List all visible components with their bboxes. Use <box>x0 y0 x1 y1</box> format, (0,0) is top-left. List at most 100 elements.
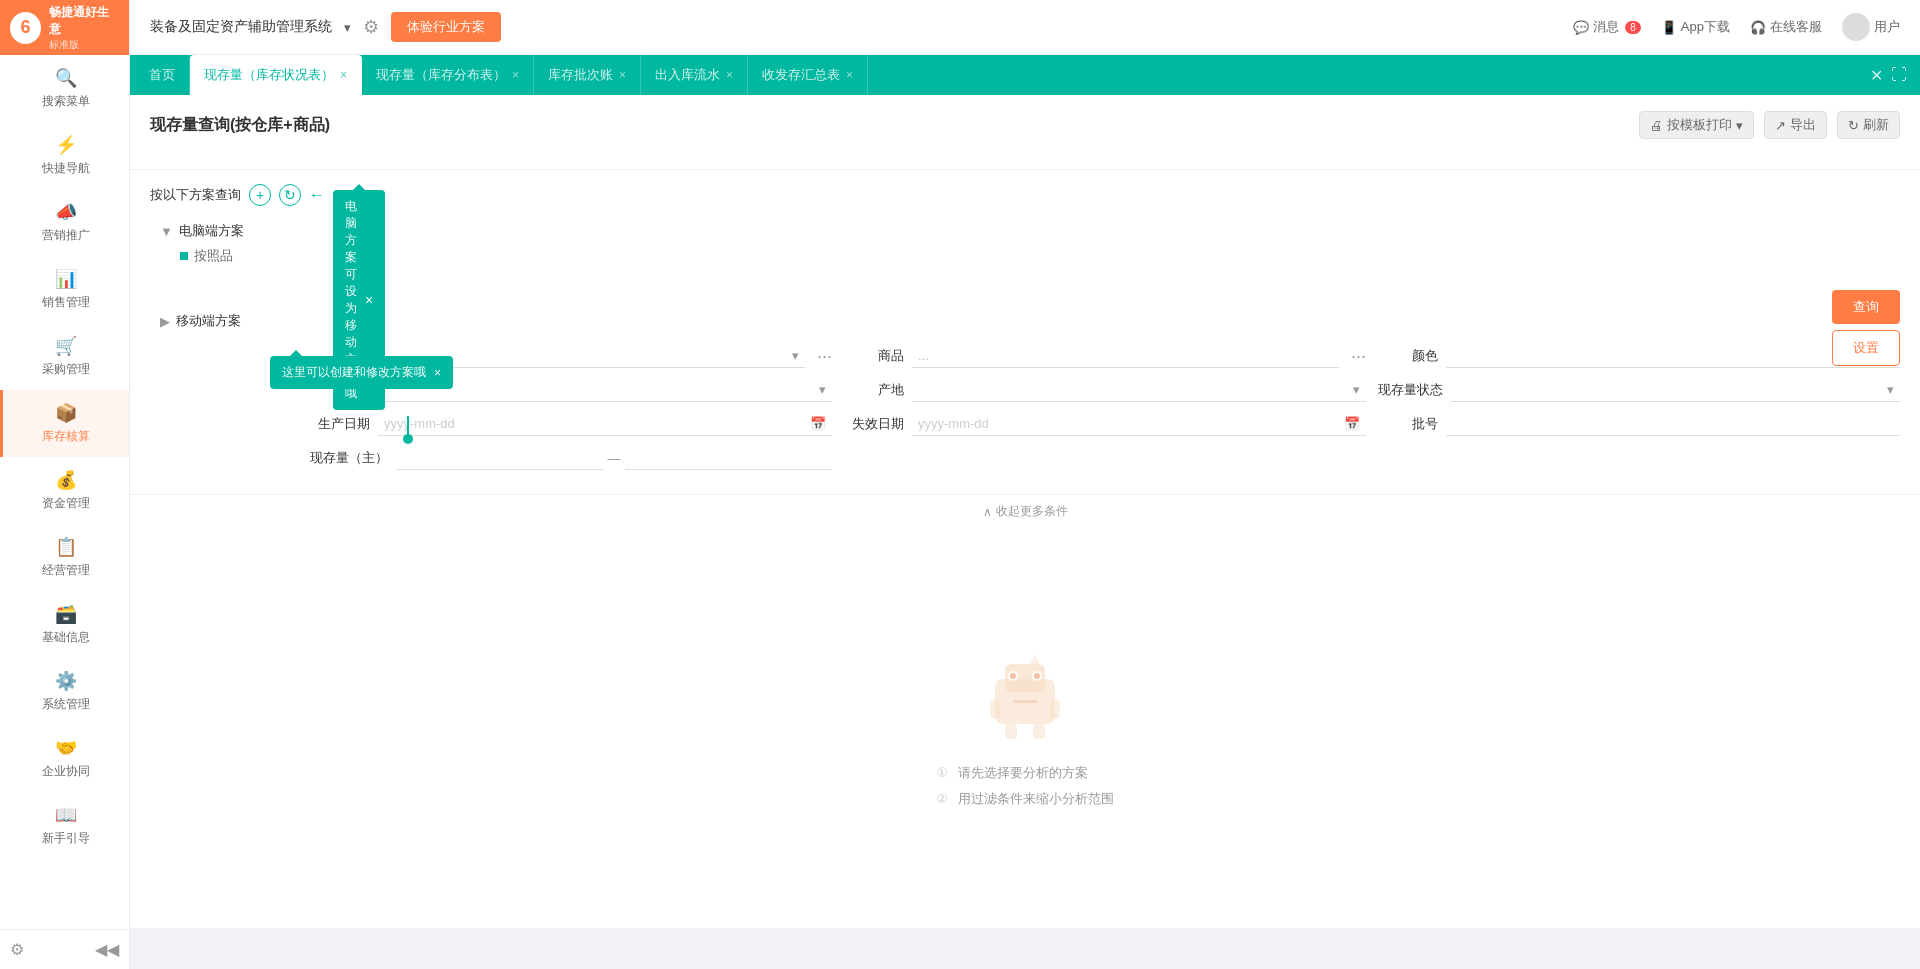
empty-tips: ① 请先选择要分析的方案 ② 用过滤条件来缩小分析范围 <box>936 760 1114 812</box>
main-content: 装备及固定资产辅助管理系统 ▾ ⚙ 体验行业方案 💬 消息 8 📱 App下载 … <box>130 0 1920 969</box>
refresh-icon: ↻ <box>1848 118 1859 133</box>
page-title: 现存量查询(按仓库+商品) <box>150 115 330 136</box>
filter-label: 按以下方案查询 <box>150 186 241 204</box>
produce-date-input[interactable]: yyyy-mm-dd 📅 <box>378 412 832 436</box>
svg-rect-10 <box>1033 724 1045 739</box>
user-action[interactable]: 用户 <box>1842 13 1900 41</box>
trial-button[interactable]: 体验行业方案 <box>391 12 501 42</box>
expire-date-field: 失效日期 yyyy-mm-dd 📅 <box>844 412 1366 436</box>
tab-inventory-dist[interactable]: 现存量（库存分布表） × <box>362 55 534 95</box>
sidebar-item-system[interactable]: ⚙️ 系统管理 <box>0 658 129 725</box>
batch-no-input[interactable] <box>1446 412 1900 436</box>
expire-date-input[interactable]: yyyy-mm-dd 📅 <box>912 412 1366 436</box>
print-button[interactable]: 🖨 按模板打印 ▾ <box>1639 111 1754 139</box>
sidebar-item-quicknav[interactable]: ⚡ 快捷导航 <box>0 122 129 189</box>
fullscreen-btn[interactable]: ⛶ <box>1891 66 1907 85</box>
tab-close-icon[interactable]: × <box>846 68 853 82</box>
scheme-mobile[interactable]: ▶ 移动端方案 <box>160 308 1900 334</box>
svg-rect-8 <box>1050 699 1060 719</box>
calendar-icon: 📅 <box>810 416 826 431</box>
printer-icon: 🖨 <box>1650 118 1663 133</box>
stock-qty-min-input[interactable] <box>396 446 604 470</box>
sidebar-item-purchase[interactable]: 🛒 采购管理 <box>0 323 129 390</box>
goods-more-btn[interactable]: ··· <box>1351 346 1366 367</box>
close-all-tabs-btn[interactable]: ✕ <box>1870 66 1883 85</box>
range-dash: — <box>608 451 621 466</box>
sidebar-item-operations[interactable]: 📋 经营管理 <box>0 524 129 591</box>
tab-recv-summary[interactable]: 收发存汇总表 × <box>748 55 868 95</box>
tab-inventory-status[interactable]: 现存量（库存状况表） × <box>190 55 362 95</box>
sidebar-item-guide[interactable]: 📖 新手引导 <box>0 792 129 859</box>
tab-close-icon[interactable]: × <box>619 68 626 82</box>
stock-status-select[interactable]: ▾ <box>1451 378 1900 402</box>
filter-row-3: 生产日期 yyyy-mm-dd 📅 失效日期 yyyy-mm-dd 📅 <box>310 412 1900 436</box>
megaphone-icon: 📣 <box>55 201 77 223</box>
header-settings-btn[interactable]: ⚙ <box>363 16 379 38</box>
message-icon: 💬 <box>1573 20 1589 35</box>
origin-select[interactable]: ▾ <box>912 378 1366 402</box>
query-action-buttons: 查询 设置 <box>1832 290 1900 366</box>
refresh-button[interactable]: ↻ 刷新 <box>1837 111 1900 139</box>
page-content: 现存量查询(按仓库+商品) 🖨 按模板打印 ▾ ↗ 导出 ↻ 刷新 <box>130 95 1920 969</box>
scheme-list: ▼ 电脑端方案 按照品 这里可以创建和修改方案哦 × ▶ 移动端方案 <box>150 218 1900 334</box>
settings-bottom-btn[interactable]: ⚙ <box>10 940 24 959</box>
sidebar-item-enterprise[interactable]: 🤝 企业协同 <box>0 725 129 792</box>
empty-tip-1: ① 请先选择要分析的方案 <box>936 760 1114 786</box>
empty-tip-2: ② 用过滤条件来缩小分析范围 <box>936 786 1114 812</box>
sidebar-item-marketing[interactable]: 📣 营销推广 <box>0 189 129 256</box>
tab-batch-account[interactable]: 库存批次账 × <box>534 55 641 95</box>
expand-icon: ▶ <box>160 314 170 329</box>
svg-point-5 <box>1034 673 1040 679</box>
app-download-action[interactable]: 📱 App下载 <box>1661 18 1730 36</box>
goods-select[interactable]: ... <box>912 344 1339 368</box>
collapse-bar[interactable]: ∧ 收起更多条件 <box>130 494 1920 528</box>
tip2-close-btn[interactable]: × <box>434 366 441 380</box>
logo-icon: 6 <box>10 12 41 44</box>
book-icon: 📖 <box>55 804 77 826</box>
message-action[interactable]: 💬 消息 8 <box>1573 18 1641 36</box>
add-scheme-btn[interactable]: + <box>249 184 271 206</box>
origin-field: 产地 ▾ <box>844 378 1366 402</box>
clipboard-icon: 📋 <box>55 536 77 558</box>
scheme-tip2: 这里可以创建和修改方案哦 × <box>270 356 453 389</box>
tab-close-icon[interactable]: × <box>512 68 519 82</box>
chevron-down-icon: ▾ <box>1887 382 1894 397</box>
tab-close-icon[interactable]: × <box>340 68 347 82</box>
sidebar-item-sales[interactable]: 📊 销售管理 <box>0 256 129 323</box>
stock-qty-max-input[interactable] <box>625 446 833 470</box>
online-support-action[interactable]: 🎧 在线客服 <box>1750 18 1822 36</box>
back-btn[interactable]: ← <box>309 186 325 204</box>
filter-row-2: 尺码 ▾ 产地 ▾ 现存量状态 <box>310 378 1900 402</box>
svg-point-4 <box>1010 673 1016 679</box>
tab-home[interactable]: 首页 <box>135 55 190 95</box>
stock-status-field: 现存量状态 ▾ <box>1378 378 1900 402</box>
collapse-sidebar-btn[interactable]: ◀◀ <box>95 940 119 959</box>
sidebar-item-basic[interactable]: 🗃️ 基础信息 <box>0 591 129 658</box>
export-icon: ↗ <box>1775 118 1786 133</box>
scheme-item-by-warehouse[interactable]: 按照品 <box>180 244 1900 268</box>
phone-icon: 📱 <box>1661 20 1677 35</box>
chevron-down-icon: ▾ <box>344 20 351 35</box>
tab-close-icon[interactable]: × <box>726 68 733 82</box>
cycle-scheme-btn[interactable]: ↻ <box>279 184 301 206</box>
warehouse-more-btn[interactable]: ··· <box>817 346 832 367</box>
system-selector[interactable]: ▾ <box>344 20 351 35</box>
tab-inout-flow[interactable]: 出入库流水 × <box>641 55 748 95</box>
search-icon: 🔍 <box>55 67 77 89</box>
sidebar-item-finance[interactable]: 💰 资金管理 <box>0 457 129 524</box>
header-left: 装备及固定资产辅助管理系统 ▾ ⚙ 体验行业方案 <box>150 12 501 42</box>
headphone-icon: 🎧 <box>1750 20 1766 35</box>
set-button[interactable]: 设置 <box>1832 330 1900 366</box>
stock-qty-field: 现存量（主） — <box>310 446 832 470</box>
top-header: 装备及固定资产辅助管理系统 ▾ ⚙ 体验行业方案 💬 消息 8 📱 App下载 … <box>130 0 1920 55</box>
query-button[interactable]: 查询 <box>1832 290 1900 324</box>
scheme-computer[interactable]: ▼ 电脑端方案 <box>160 218 1900 244</box>
box-icon: 📦 <box>55 402 77 424</box>
flash-icon: ⚡ <box>55 134 77 156</box>
stock-qty-range: — <box>396 446 832 470</box>
export-button[interactable]: ↗ 导出 <box>1764 111 1827 139</box>
sidebar-footer: ⚙ ◀◀ <box>0 929 129 969</box>
sidebar-item-search[interactable]: 🔍 搜索菜单 <box>0 55 129 122</box>
tooltip-close-btn[interactable]: × <box>365 292 373 308</box>
sidebar-item-inventory[interactable]: 📦 库存核算 <box>0 390 129 457</box>
